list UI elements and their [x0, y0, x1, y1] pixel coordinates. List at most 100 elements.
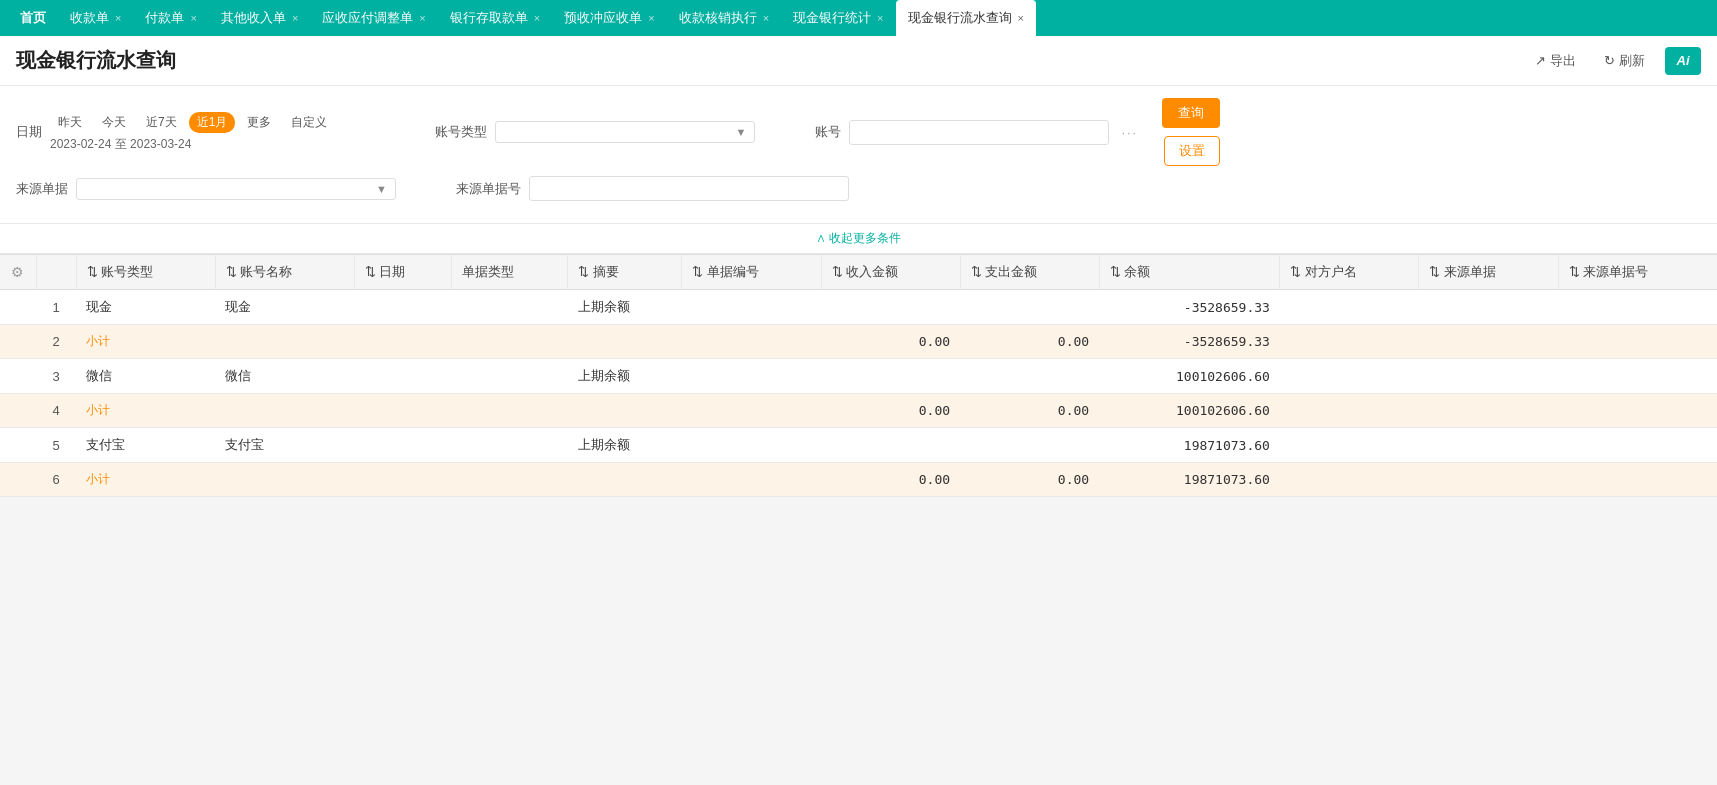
filter-row-1: 日期 昨天 今天 近7天 近1月 更多 自定义 2023-02-24 至 202…	[16, 98, 1701, 166]
col-date-header[interactable]: ⇅ 日期	[354, 255, 452, 290]
collapse-bar[interactable]: ∧ 收起更多条件	[0, 224, 1717, 254]
ai-button[interactable]: Ai	[1665, 47, 1701, 75]
close-icon[interactable]: ×	[419, 12, 425, 24]
nav-tab-bank-flow[interactable]: 现金银行流水查询 ×	[896, 0, 1036, 36]
source-doc-no-label: 来源单据号	[456, 180, 521, 198]
row-expense-cell	[960, 428, 1099, 463]
collapse-label: ∧ 收起更多条件	[816, 231, 901, 245]
nav-tab-payment[interactable]: 付款单 ×	[133, 0, 208, 36]
top-navigation: 首页 收款单 × 付款单 × 其他收入单 × 应收应付调整单 × 银行存取款单 …	[0, 0, 1717, 36]
date-opt-today[interactable]: 今天	[94, 112, 134, 133]
col-expense-label: ⇅ 支出金额	[971, 264, 1038, 279]
export-icon: ↗	[1535, 53, 1546, 68]
row-gear-cell	[0, 463, 36, 497]
nav-tab-write-off-label: 收款核销执行	[679, 9, 757, 27]
row-balance-cell: 19871073.60	[1099, 463, 1280, 497]
col-gear-header[interactable]: ⚙	[0, 255, 36, 290]
col-source-doc-header[interactable]: ⇅ 来源单据	[1419, 255, 1558, 290]
account-input[interactable]	[849, 120, 1109, 145]
row-num-cell: 6	[36, 463, 76, 497]
more-dots-icon[interactable]: ···	[1117, 121, 1142, 144]
source-doc-no-input[interactable]	[529, 176, 849, 201]
nav-tab-write-off[interactable]: 收款核销执行 ×	[667, 0, 781, 36]
close-icon[interactable]: ×	[115, 12, 121, 24]
close-icon[interactable]: ×	[534, 12, 540, 24]
col-account-type-header[interactable]: ⇅ 账号类型	[76, 255, 215, 290]
export-button[interactable]: ↗ 导出	[1527, 48, 1584, 74]
nav-tab-home[interactable]: 首页	[8, 0, 58, 36]
col-account-type-label: ⇅ 账号类型	[87, 264, 154, 279]
col-source-doc-no-header[interactable]: ⇅ 来源单据号	[1558, 255, 1717, 290]
row-doc-no-cell	[682, 394, 821, 428]
col-num-header	[36, 255, 76, 290]
col-balance-label: ⇅ 余额	[1110, 264, 1151, 279]
nav-tab-ar-adjust[interactable]: 应收应付调整单 ×	[310, 0, 437, 36]
refresh-button[interactable]: ↻ 刷新	[1596, 48, 1653, 74]
row-expense-cell: 0.00	[960, 394, 1099, 428]
row-account-name-cell	[215, 325, 354, 359]
col-counterpart-header[interactable]: ⇅ 对方户名	[1280, 255, 1419, 290]
row-account-type-cell: 支付宝	[76, 428, 215, 463]
col-date-label: ⇅ 日期	[365, 264, 406, 279]
col-account-name-header[interactable]: ⇅ 账号名称	[215, 255, 354, 290]
setting-button[interactable]: 设置	[1164, 136, 1220, 166]
close-icon[interactable]: ×	[292, 12, 298, 24]
row-account-type-cell: 小计	[76, 394, 215, 428]
close-icon[interactable]: ×	[1018, 12, 1024, 24]
source-doc-select[interactable]: ▼	[76, 178, 396, 200]
nav-tab-ar-adjust-label: 应收应付调整单	[322, 9, 413, 27]
col-doc-no-label: ⇅ 单据编号	[692, 264, 759, 279]
col-balance-header[interactable]: ⇅ 余额	[1099, 255, 1280, 290]
date-opt-yesterday[interactable]: 昨天	[50, 112, 90, 133]
row-account-type-cell: 小计	[76, 463, 215, 497]
table-row: 3 微信 微信 上期余额 100102606.60	[0, 359, 1717, 394]
date-opt-1month[interactable]: 近1月	[189, 112, 236, 133]
row-income-cell: 0.00	[821, 463, 960, 497]
close-icon[interactable]: ×	[877, 12, 883, 24]
row-num-cell: 5	[36, 428, 76, 463]
row-doc-no-cell	[682, 290, 821, 325]
row-source-doc-no-cell	[1558, 394, 1717, 428]
row-income-cell: 0.00	[821, 325, 960, 359]
nav-tab-pre-offset-label: 预收冲应收单	[564, 9, 642, 27]
col-summary-header[interactable]: ⇅ 摘要	[568, 255, 682, 290]
row-balance-cell: -3528659.33	[1099, 325, 1280, 359]
nav-tab-receipt[interactable]: 收款单 ×	[58, 0, 133, 36]
row-source-doc-cell	[1419, 428, 1558, 463]
date-opt-7days[interactable]: 近7天	[138, 112, 185, 133]
row-income-cell	[821, 290, 960, 325]
gear-icon[interactable]: ⚙	[11, 264, 24, 280]
header-actions: ↗ 导出 ↻ 刷新 Ai	[1527, 47, 1701, 75]
nav-tab-bank-stats-label: 现金银行统计	[793, 9, 871, 27]
col-doc-no-header[interactable]: ⇅ 单据编号	[682, 255, 821, 290]
nav-tab-pre-offset[interactable]: 预收冲应收单 ×	[552, 0, 666, 36]
nav-tab-other-income[interactable]: 其他收入单 ×	[209, 0, 310, 36]
filter-area: 日期 昨天 今天 近7天 近1月 更多 自定义 2023-02-24 至 202…	[0, 86, 1717, 224]
close-icon[interactable]: ×	[190, 12, 196, 24]
row-doc-type-cell	[452, 463, 568, 497]
date-opt-more[interactable]: 更多	[239, 112, 279, 133]
col-income-header[interactable]: ⇅ 收入金额	[821, 255, 960, 290]
nav-tab-bank-stats[interactable]: 现金银行统计 ×	[781, 0, 895, 36]
col-expense-header[interactable]: ⇅ 支出金额	[960, 255, 1099, 290]
row-num-cell: 1	[36, 290, 76, 325]
date-opt-custom[interactable]: 自定义	[283, 112, 335, 133]
row-source-doc-no-cell	[1558, 290, 1717, 325]
row-doc-no-cell	[682, 359, 821, 394]
row-source-doc-no-cell	[1558, 428, 1717, 463]
table-header-row: ⚙ ⇅ 账号类型 ⇅ 账号名称 ⇅ 日期 单据类型 ⇅ 摘要	[0, 255, 1717, 290]
close-icon[interactable]: ×	[763, 12, 769, 24]
row-expense-cell	[960, 290, 1099, 325]
nav-tab-bank-deposit[interactable]: 银行存取款单 ×	[438, 0, 552, 36]
row-counterpart-cell	[1280, 428, 1419, 463]
row-doc-type-cell	[452, 428, 568, 463]
row-balance-cell: -3528659.33	[1099, 290, 1280, 325]
row-account-name-cell	[215, 463, 354, 497]
col-doc-type-header[interactable]: 单据类型	[452, 255, 568, 290]
row-source-doc-cell	[1419, 290, 1558, 325]
row-doc-no-cell	[682, 325, 821, 359]
query-button[interactable]: 查询	[1162, 98, 1220, 128]
account-label: 账号	[815, 123, 841, 141]
close-icon[interactable]: ×	[648, 12, 654, 24]
account-type-select[interactable]: ▼	[495, 121, 755, 143]
